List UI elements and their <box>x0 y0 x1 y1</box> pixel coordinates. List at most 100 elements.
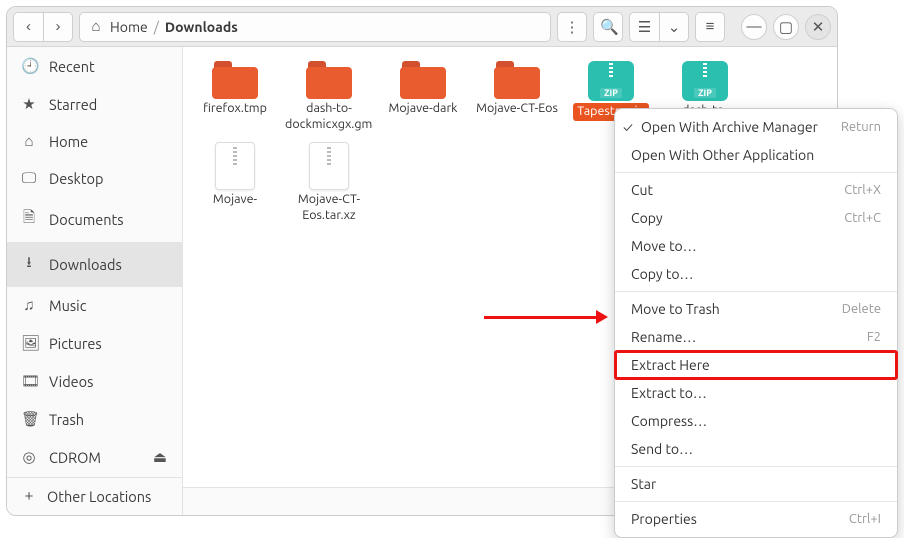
folder-icon <box>400 61 446 99</box>
menu-item-label: Copy to… <box>631 266 693 282</box>
menu-item-label: Send to… <box>631 441 693 457</box>
menu-item-shortcut: Ctrl+I <box>849 512 881 526</box>
menu-item-extract-to[interactable]: Extract to… <box>615 379 897 407</box>
breadcrumb-separator: / <box>154 19 159 35</box>
kebab-icon: ⋮ <box>564 18 580 36</box>
menu-item-shortcut: Ctrl+C <box>844 211 881 225</box>
menu-item-copy[interactable]: Copy Ctrl+C <box>615 204 897 232</box>
trash-icon: 🗑 <box>21 410 37 428</box>
file-label: Mojave-dark <box>388 101 457 117</box>
menu-item-label: Cut <box>631 182 653 198</box>
desktop-icon: 🖵 <box>21 170 37 187</box>
window-buttons: — ▢ ✕ <box>741 14 831 40</box>
file-item[interactable]: firefox.tmp <box>189 59 281 134</box>
menu-item-compress[interactable]: Compress… <box>615 407 897 435</box>
close-icon: ✕ <box>810 18 826 36</box>
music-icon: ♫ <box>21 297 37 314</box>
file-item[interactable]: Mojave- <box>189 140 281 225</box>
breadcrumb-current[interactable]: Downloads <box>165 19 238 35</box>
downloads-icon: ⭳ <box>21 252 37 277</box>
sidebar-item-label: Starred <box>49 96 97 113</box>
zip-icon: ZIP <box>588 61 634 101</box>
menu-item-move-to[interactable]: Move to… <box>615 232 897 260</box>
folder-icon <box>306 61 352 99</box>
sidebar-footer-label: Other Locations <box>47 488 151 505</box>
menu-item-move-to-trash[interactable]: Move to TrashDelete <box>615 295 897 323</box>
sidebar: 🕘Recent ★ Starred ⌂Home 🖵 Desktop 🗎Documents ⭳ D… <box>7 47 183 515</box>
file-item[interactable]: Mojave-CT-Eos <box>471 59 563 134</box>
sidebar-item-label: Home <box>49 133 88 150</box>
sidebar-item-recent[interactable]: 🕘Recent <box>7 47 182 85</box>
list-icon: ☰ <box>637 18 653 36</box>
menu-separator <box>615 501 897 502</box>
sidebar-item-documents[interactable]: 🗎Documents <box>7 197 182 242</box>
file-label: Mojave- <box>213 192 257 208</box>
file-item[interactable]: Mojave-CT-Eos.tar.xz <box>283 140 375 225</box>
maximize-icon: ▢ <box>778 18 794 36</box>
back-button[interactable]: ‹ <box>13 12 43 42</box>
forward-button[interactable]: › <box>43 12 73 42</box>
menu-item-label: Move to Trash <box>631 301 720 317</box>
home-icon: ⌂ <box>88 18 104 35</box>
videos-icon: 🎞 <box>21 372 37 390</box>
list-view-button[interactable]: ☰ <box>629 12 659 42</box>
sidebar-item-label: CDROM <box>49 449 101 466</box>
menu-item-label: Move to… <box>631 238 697 254</box>
maximize-button[interactable]: ▢ <box>773 14 799 40</box>
menu-item-label: Rename… <box>631 329 696 345</box>
menu-item-star[interactable]: Star <box>615 470 897 498</box>
minimize-button[interactable]: — <box>741 14 767 40</box>
sidebar-other-locations[interactable]: + Other Locations <box>7 477 182 515</box>
close-button[interactable]: ✕ <box>805 14 831 40</box>
folder-icon <box>212 61 258 99</box>
sidebar-item-home[interactable]: ⌂Home <box>7 123 182 160</box>
menu-item-cut[interactable]: CutCtrl+X <box>615 176 897 204</box>
plus-icon: + <box>21 488 37 505</box>
file-item[interactable]: dash-to-dockmicxgx.gmail.co… <box>283 59 375 134</box>
menu-item-properties[interactable]: Properties Ctrl+I <box>615 505 897 533</box>
sidebar-item-label: Videos <box>49 373 93 390</box>
menu-item-extract-here[interactable]: Extract Here <box>615 351 897 379</box>
sidebar-list: 🕘Recent ★ Starred ⌂Home 🖵 Desktop 🗎Documents ⭳ D… <box>7 47 182 477</box>
menu-item-open-with-other-application[interactable]: Open With Other Application <box>615 141 897 169</box>
hamburger-menu-button[interactable]: ≡ <box>695 12 725 42</box>
chevron-left-icon: ‹ <box>21 18 37 35</box>
file-label: Mojave-CT-Eos <box>476 101 558 117</box>
sidebar-item-desktop[interactable]: 🖵 Desktop <box>7 160 182 197</box>
file-label: dash-to-dockmicxgx.gmail.co… <box>285 101 373 132</box>
sidebar-item-cdrom[interactable]: ◎CDROM⏏ <box>7 438 182 476</box>
search-icon: 🔍 <box>600 18 616 36</box>
menu-item-label: Star <box>631 476 656 492</box>
menu-item-label: Open With Other Application <box>631 147 814 163</box>
sidebar-item-label: Desktop <box>49 170 103 187</box>
view-dropdown-button[interactable]: ⌄ <box>659 12 689 42</box>
starred-icon: ★ <box>21 95 37 113</box>
breadcrumb-home[interactable]: Home <box>110 19 148 35</box>
menu-item-send-to[interactable]: Send to… <box>615 435 897 463</box>
menu-item-label: Open With Archive Manager <box>641 119 818 135</box>
eject-icon[interactable]: ⏏ <box>152 448 168 466</box>
menu-item-label: Copy <box>631 210 663 226</box>
more-button[interactable]: ⋮ <box>557 12 587 42</box>
sidebar-item-pictures[interactable]: 🖼Pictures <box>7 324 182 362</box>
sidebar-item-starred[interactable]: ★ Starred <box>7 85 182 123</box>
sidebar-item-music[interactable]: ♫Music <box>7 287 182 324</box>
search-button[interactable]: 🔍 <box>593 12 623 42</box>
titlebar: ‹ › ⌂ Home / Downloads ⋮ 🔍 ☰ ⌄ ≡ — ▢ ✕ <box>7 7 837 47</box>
menu-item-open-with-archive-manager[interactable]: Open With Archive Manager Return <box>615 113 897 141</box>
menu-item-label: Compress… <box>631 413 707 429</box>
sidebar-item-videos[interactable]: 🎞 Videos <box>7 362 182 400</box>
menu-item-shortcut: Return <box>841 120 881 134</box>
sidebar-item-label: Downloads <box>49 256 122 273</box>
archive-icon <box>309 142 349 190</box>
pathbar[interactable]: ⌂ Home / Downloads <box>79 12 551 42</box>
sidebar-item-label: Documents <box>49 211 124 228</box>
menu-item-rename[interactable]: Rename…F2 <box>615 323 897 351</box>
menu-item-label: Properties <box>631 511 697 527</box>
file-item[interactable]: Mojave-dark <box>377 59 469 134</box>
sidebar-item-trash[interactable]: 🗑Trash <box>7 400 182 438</box>
menu-separator <box>615 291 897 292</box>
menu-item-label: Extract Here <box>631 357 710 373</box>
menu-item-copy-to[interactable]: Copy to… <box>615 260 897 288</box>
sidebar-item-downloads[interactable]: ⭳ Downloads <box>7 242 182 287</box>
